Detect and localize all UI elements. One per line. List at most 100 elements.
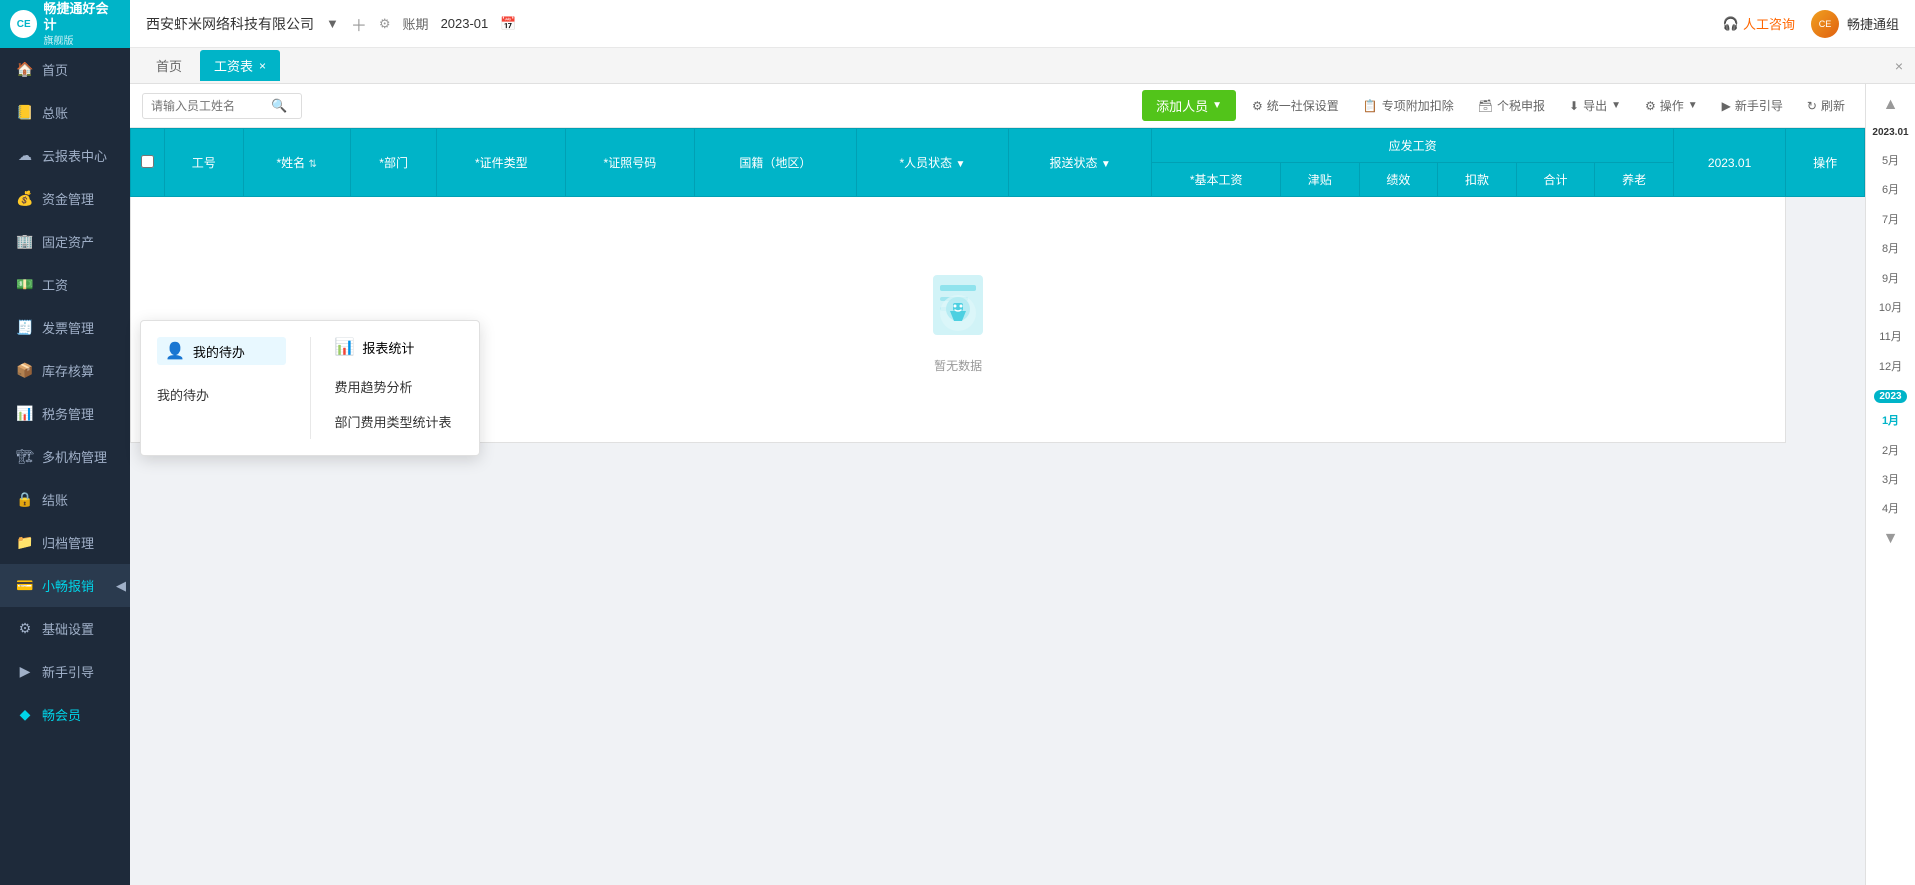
panel-month-5[interactable]: 5月 [1878, 148, 1903, 175]
special-deduction-btn[interactable]: 📋 专项附加扣除 [1355, 93, 1462, 118]
sidebar-item-home[interactable]: 🏠 首页 [0, 48, 130, 91]
toolbar: 🔍 添加人员 ▼ ⚙ 统一社保设置 📋 专项附加扣除 🗃 个税申报 [130, 84, 1865, 128]
panel-month-9[interactable]: 9月 [1878, 266, 1903, 293]
th-cert-type: *证件类型 [437, 129, 566, 197]
th-allowance: 津贴 [1281, 163, 1360, 197]
xiaochang-icon: 💳 [16, 577, 34, 594]
search-input[interactable] [151, 99, 271, 113]
new-guide-btn[interactable]: ▶ 新手引导 [1714, 93, 1791, 118]
sidebar-item-basic[interactable]: ⚙ 基础设置 [0, 607, 130, 650]
user-avatar: CE [1811, 10, 1839, 38]
sidebar-item-ledger[interactable]: 📒 总账 [0, 91, 130, 134]
panel-month-8[interactable]: 8月 [1878, 236, 1903, 263]
sidebar-item-cloud-report[interactable]: ☁ 云报表中心 [0, 134, 130, 177]
cloud-icon: ☁ [16, 147, 34, 164]
sidebar-item-salary[interactable]: 💵 工资 [0, 263, 130, 306]
panel-month-12[interactable]: 12月 [1875, 354, 1906, 381]
panel-month-3[interactable]: 3月 [1878, 467, 1903, 494]
sidebar-item-fixed-assets[interactable]: 🏢 固定资产 [0, 220, 130, 263]
report-status-filter-icon[interactable]: ▼ [1101, 159, 1111, 170]
sidebar-item-guide[interactable]: ▶ 新手引导 [0, 650, 130, 693]
panel-prev-btn[interactable]: ▲ [1879, 92, 1903, 118]
sidebar-item-multi-org[interactable]: 🏗 多机构管理 [0, 435, 130, 478]
topbar: 西安虾米网络科技有限公司 ▼ ＋ ⚙ 账期 2023-01 📅 🎧 人工咨询 C… [130, 0, 1915, 48]
new-guide-icon: ▶ [1722, 99, 1731, 113]
add-dropdown-arrow: ▼ [1212, 100, 1222, 111]
tab-close-icon[interactable]: × [259, 59, 266, 73]
export-btn[interactable]: ⬇ 导出 ▼ [1561, 93, 1629, 118]
tax-return-btn[interactable]: 🗃 个税申报 [1470, 93, 1553, 118]
export-icon: ⬇ [1569, 99, 1579, 113]
assets-icon: 🏢 [16, 233, 34, 250]
add-company-btn[interactable]: ＋ [351, 12, 367, 36]
user-menu[interactable]: CE 畅捷通组 [1811, 10, 1899, 38]
side-panel: ▲ 2023.01 5月 6月 7月 8月 9月 10月 11月 12月 202… [1865, 84, 1915, 885]
service-btn[interactable]: 🎧 人工咨询 [1723, 14, 1795, 33]
sidebar-item-invoice[interactable]: 🧾 发票管理 [0, 306, 130, 349]
th-performance: 绩效 [1359, 163, 1438, 197]
status-filter-icon[interactable]: ▼ [955, 159, 965, 170]
select-all-checkbox[interactable] [141, 155, 154, 168]
th-status: *人员状态 ▼ [857, 129, 1009, 197]
sidebar-item-inventory[interactable]: 📦 库存核算 [0, 349, 130, 392]
panel-year-badge: 2023 [1874, 387, 1906, 402]
search-icon[interactable]: 🔍 [271, 98, 287, 114]
company-settings-icon[interactable]: ⚙ [379, 16, 391, 32]
tax-return-icon: 🗃 [1478, 99, 1493, 113]
sidebar-item-member[interactable]: ◆ 畅会员 [0, 693, 130, 736]
panel-month-7[interactable]: 7月 [1878, 207, 1903, 234]
calendar-icon[interactable]: 📅 [500, 16, 516, 32]
popup-pending-header[interactable]: 👤 我的待办 [157, 337, 286, 365]
th-pension: 养老 [1595, 163, 1674, 197]
name-sort-icon[interactable]: ⇅ [308, 159, 316, 170]
th-total: 合计 [1516, 163, 1595, 197]
panel-month-2[interactable]: 2月 [1878, 438, 1903, 465]
popup-item-my-pending[interactable]: 我的待办 [157, 377, 286, 412]
panel-month-11[interactable]: 11月 [1875, 324, 1905, 351]
panel-month-1-active[interactable]: 1月 [1878, 408, 1903, 435]
popup-item-dept-expense[interactable]: 部门费用类型统计表 [335, 404, 464, 439]
th-deduction: 扣款 [1438, 163, 1517, 197]
panel-month-4[interactable]: 4月 [1878, 496, 1903, 523]
salary-icon: 💵 [16, 276, 34, 293]
social-insurance-btn[interactable]: ⚙ 统一社保设置 [1244, 93, 1347, 118]
th-checkbox [131, 129, 165, 197]
operation-dropdown-icon: ▼ [1688, 100, 1698, 111]
member-icon: ◆ [16, 706, 34, 723]
popup-reports-header[interactable]: 📊 报表统计 [335, 337, 464, 357]
social-insurance-icon: ⚙ [1252, 99, 1263, 113]
special-deduction-icon: 📋 [1363, 99, 1378, 113]
sidebar-logo: CE 畅捷通好会计 旗舰版 [0, 0, 130, 48]
panel-next-btn[interactable]: ▼ [1879, 526, 1903, 552]
ledger-icon: 📒 [16, 104, 34, 121]
tab-home[interactable]: 首页 [142, 50, 196, 81]
company-dropdown[interactable]: ▼ [326, 16, 339, 31]
app-name: 畅捷通好会计 [43, 1, 120, 32]
inventory-icon: 📦 [16, 362, 34, 379]
archive-icon: 📁 [16, 534, 34, 551]
popup-menu: 👤 我的待办 我的待办 📊 报表统计 费用趋势分析 部门费用类型统计表 [140, 320, 480, 456]
panel-month-6[interactable]: 6月 [1878, 177, 1903, 204]
basic-icon: ⚙ [16, 620, 34, 637]
fund-icon: 💰 [16, 190, 34, 207]
add-person-button[interactable]: 添加人员 ▼ [1142, 90, 1236, 121]
sidebar-item-closing[interactable]: 🔒 结账 [0, 478, 130, 521]
pending-icon: 👤 [165, 341, 185, 361]
invoice-icon: 🧾 [16, 319, 34, 336]
refresh-btn[interactable]: ↻ 刷新 [1799, 93, 1853, 118]
operation-btn[interactable]: ⚙ 操作 ▼ [1637, 93, 1706, 118]
sidebar-item-xiaochang[interactable]: 💳 小畅报销 ◀ [0, 564, 130, 607]
tab-salary-table[interactable]: 工资表 × [200, 50, 280, 81]
popup-item-expense-trend[interactable]: 费用趋势分析 [335, 369, 464, 404]
tabbar: 首页 工资表 × × [130, 48, 1915, 84]
period-value: 2023-01 [441, 16, 489, 31]
sidebar-item-archive[interactable]: 📁 归档管理 [0, 521, 130, 564]
close-tab-btn[interactable]: × [1895, 58, 1903, 74]
th-period: 2023.01 [1673, 129, 1785, 197]
th-operations: 操作 [1786, 129, 1865, 197]
sidebar-item-tax[interactable]: 📊 税务管理 [0, 392, 130, 435]
popup-col-pending: 👤 我的待办 我的待办 [157, 337, 286, 439]
panel-month-10[interactable]: 10月 [1875, 295, 1906, 322]
app-edition: 旗舰版 [43, 32, 120, 47]
sidebar-item-fund[interactable]: 💰 资金管理 [0, 177, 130, 220]
